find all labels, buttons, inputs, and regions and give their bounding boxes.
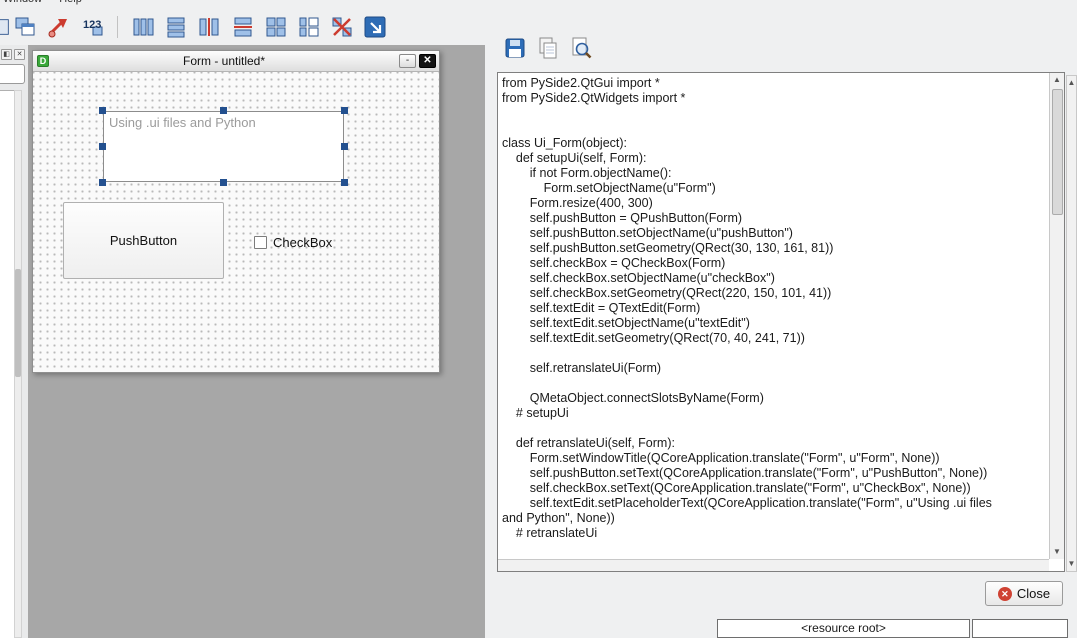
edit-signals-slots-icon[interactable] — [46, 14, 72, 40]
code-line — [502, 106, 1046, 121]
code-line: self.retranslateUi(Form) — [502, 361, 1046, 376]
right-dock-scrollbar[interactable]: ▲ ▼ — [1066, 75, 1077, 572]
code-view[interactable]: from PySide2.QtGui import *from PySide2.… — [497, 72, 1065, 572]
code-line: # retranslateUi — [502, 526, 1046, 541]
code-line: self.textEdit = QTextEdit(Form) — [502, 301, 1046, 316]
code-line: class Ui_Form(object): — [502, 136, 1046, 151]
menu-help[interactable]: Help — [59, 0, 82, 5]
scrollbar-thumb[interactable] — [1052, 89, 1063, 215]
form-window: D Form - untitled* - ✕ Using .ui files a… — [32, 50, 440, 373]
scroll-down-icon[interactable]: ▼ — [1050, 545, 1064, 559]
code-line: self.textEdit.setObjectName(u"textEdit") — [502, 316, 1046, 331]
resource-root-item[interactable]: <resource root> — [717, 619, 970, 638]
close-button-label: Close — [1017, 586, 1050, 601]
textedit-widget[interactable]: Using .ui files and Python — [103, 111, 344, 182]
code-line: QMetaObject.connectSlotsByName(Form) — [502, 391, 1046, 406]
code-line: self.pushButton = QPushButton(Form) — [502, 211, 1046, 226]
adjust-size-icon[interactable] — [362, 14, 388, 40]
edit-tab-order-icon[interactable]: 123 — [80, 14, 106, 40]
code-line: def setupUi(self, Form): — [502, 151, 1046, 166]
code-line: self.textEdit.setPlaceholderText(QCoreAp… — [502, 496, 1046, 511]
menu-window[interactable]: Window — [3, 0, 42, 5]
code-line: Form.resize(400, 300) — [502, 196, 1046, 211]
dock-close-icon[interactable]: ✕ — [14, 49, 25, 60]
code-line — [502, 121, 1046, 136]
code-line — [502, 346, 1046, 361]
code-line: and Python", None)) — [502, 511, 1046, 526]
close-button[interactable]: ✕ Close — [985, 581, 1063, 606]
close-x-icon: ✕ — [998, 587, 1012, 601]
toolbar-separator — [117, 16, 118, 38]
code-text: from PySide2.QtGui import *from PySide2.… — [502, 76, 1046, 557]
save-icon[interactable] — [503, 36, 529, 62]
resource-panel-cell[interactable] — [972, 619, 1068, 638]
scroll-up-icon[interactable]: ▲ — [1067, 76, 1076, 90]
menubar: Window Help — [0, 0, 485, 8]
code-line: from PySide2.QtGui import * — [502, 76, 1046, 91]
code-line: self.pushButton.setText(QCoreApplication… — [502, 466, 1046, 481]
code-line: self.checkBox = QCheckBox(Form) — [502, 256, 1046, 271]
dock-float-icon[interactable]: ◧ — [1, 49, 12, 60]
copy-icon[interactable] — [536, 36, 562, 62]
layout-form-icon[interactable] — [296, 14, 322, 40]
code-line: self.pushButton.setGeometry(QRect(30, 13… — [502, 241, 1046, 256]
widget-filter-input[interactable] — [0, 64, 25, 84]
checkbox-label: CheckBox — [273, 235, 332, 250]
widget-box-list[interactable] — [0, 90, 14, 638]
layout-vertical-icon[interactable] — [163, 14, 189, 40]
code-line: self.textEdit.setGeometry(QRect(70, 40, … — [502, 331, 1046, 346]
layout-horizontal-splitter-icon[interactable] — [196, 14, 222, 40]
break-layout-icon[interactable] — [329, 14, 355, 40]
code-line: def retranslateUi(self, Form): — [502, 436, 1046, 451]
code-line — [502, 376, 1046, 391]
pushbutton-widget[interactable]: PushButton — [63, 202, 224, 279]
code-line: # setupUi — [502, 406, 1046, 421]
code-line: self.pushButton.setObjectName(u"pushButt… — [502, 226, 1046, 241]
code-line: if not Form.objectName(): — [502, 166, 1046, 181]
scroll-down-icon[interactable]: ▼ — [1067, 557, 1076, 571]
layout-grid-icon[interactable] — [263, 14, 289, 40]
layout-horizontal-icon[interactable] — [130, 14, 156, 40]
minimize-button[interactable]: - — [399, 54, 416, 68]
code-vertical-scrollbar[interactable]: ▲ ▼ — [1049, 73, 1064, 559]
widget-box-scrollbar[interactable] — [14, 90, 22, 638]
code-horizontal-scrollbar[interactable] — [498, 559, 1049, 571]
code-line: from PySide2.QtWidgets import * — [502, 91, 1046, 106]
close-window-button[interactable]: ✕ — [419, 54, 436, 68]
code-line: Form.setWindowTitle(QCoreApplication.tra… — [502, 451, 1046, 466]
scroll-up-icon[interactable]: ▲ — [1050, 73, 1064, 87]
checkbox-widget[interactable]: CheckBox — [254, 222, 355, 263]
widget-box-dock: ◧ ✕ — [0, 45, 28, 638]
designer-form-icon: D — [37, 55, 49, 67]
find-icon[interactable] — [569, 36, 595, 62]
form-window-title: Form - untitled* — [49, 54, 399, 68]
checkbox-indicator[interactable] — [254, 236, 267, 249]
main-toolbar: 123 — [0, 8, 485, 45]
code-line — [502, 421, 1046, 436]
form-window-titlebar[interactable]: D Form - untitled* - ✕ — [33, 51, 439, 72]
edit-widgets-icon[interactable] — [12, 14, 38, 40]
layout-vertical-splitter-icon[interactable] — [230, 14, 256, 40]
form-canvas[interactable]: Using .ui files and Python PushButton Ch… — [33, 72, 439, 372]
code-line: self.checkBox.setGeometry(QRect(220, 150… — [502, 286, 1046, 301]
code-preview-dialog: from PySide2.QtGui import *from PySide2.… — [485, 0, 1077, 615]
code-line: Form.setObjectName(u"Form") — [502, 181, 1046, 196]
code-line: self.checkBox.setObjectName(u"checkBox") — [502, 271, 1046, 286]
svg-text:123: 123 — [83, 19, 101, 31]
scrollbar-thumb[interactable] — [15, 269, 21, 377]
code-line: self.checkBox.setText(QCoreApplication.t… — [502, 481, 1046, 496]
